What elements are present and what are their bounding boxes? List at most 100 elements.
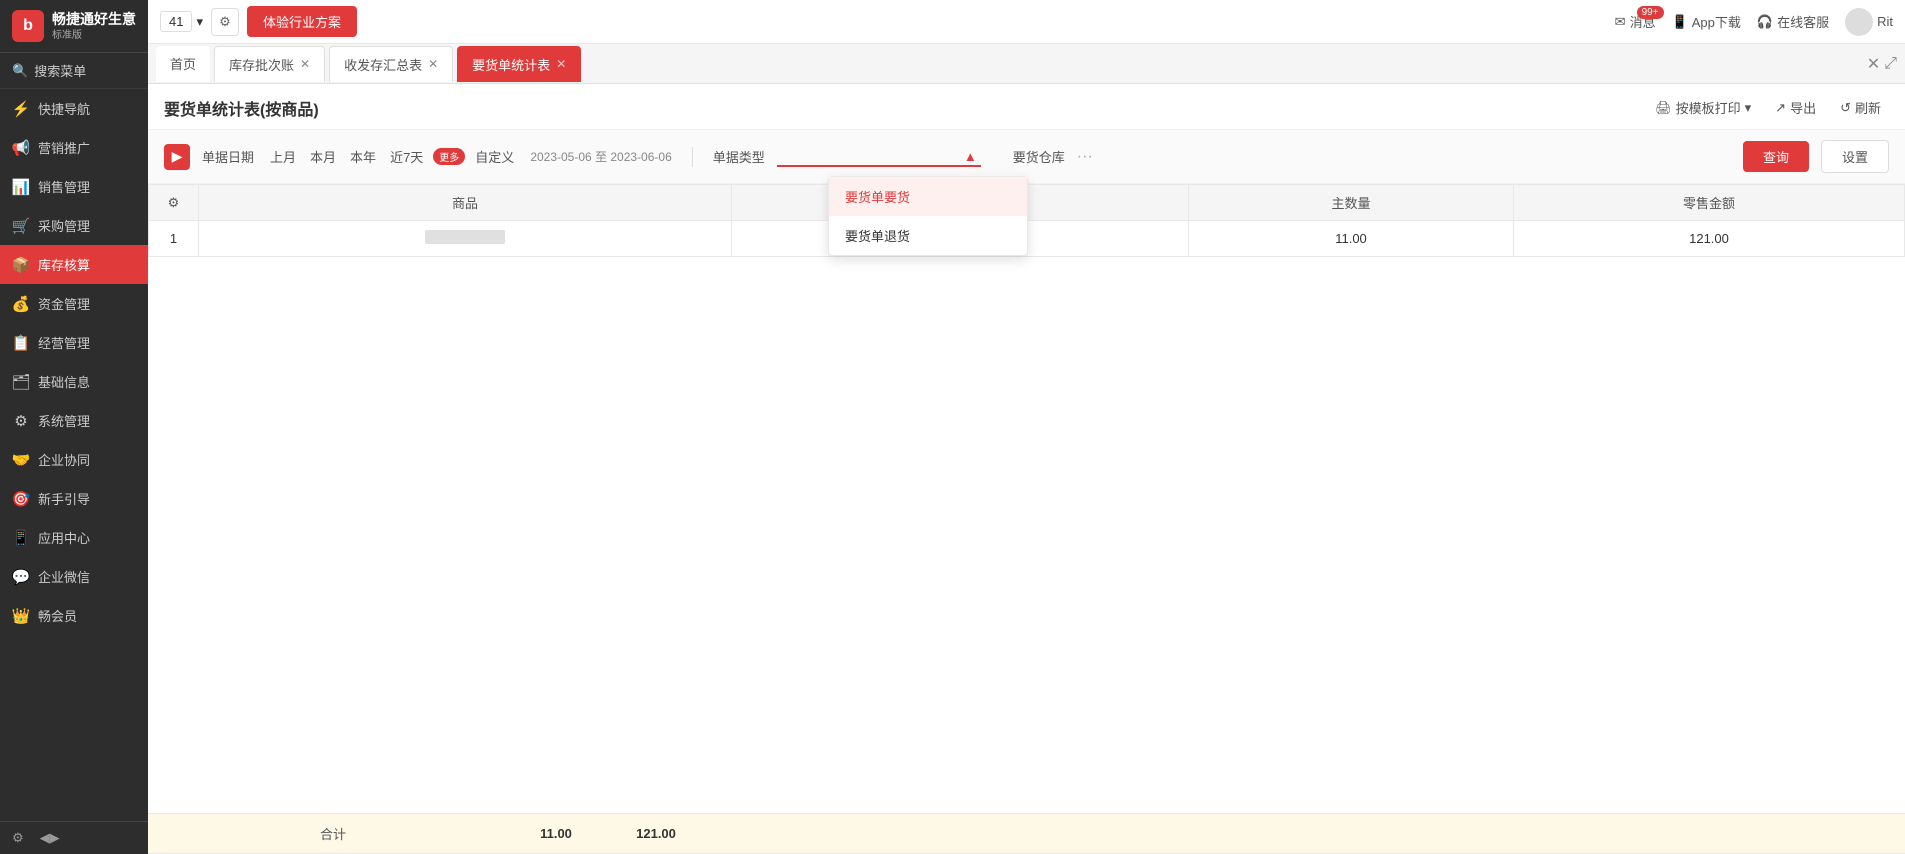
sidebar-item-purchase[interactable]: 🛒 采购管理	[0, 206, 148, 245]
refresh-label: 刷新	[1855, 98, 1881, 117]
page-header: 要货单统计表(按商品) 🖨 按模板打印 ▾ ↗ 导出 ↺ 刷新	[148, 84, 1905, 130]
print-dropdown-icon[interactable]: ▾	[1745, 100, 1752, 116]
footer-label: 合计	[320, 824, 346, 843]
type-input[interactable]	[777, 146, 981, 167]
sidebar-item-member[interactable]: 👑 畅会员	[0, 596, 148, 635]
sidebar-item-label: 经营管理	[38, 333, 90, 352]
refresh-icon: ↺	[1840, 100, 1851, 116]
sidebar-item-sales[interactable]: 📊 销售管理	[0, 167, 148, 206]
app-download-label: App下载	[1692, 12, 1741, 31]
topbar-right: ✉ 消息 99+ 📱 App下载 🎧 在线客服 Rit	[1615, 8, 1893, 36]
sidebar-item-label: 系统管理	[38, 411, 90, 430]
sidebar-item-label: 新手引导	[38, 489, 90, 508]
user-name: Rit	[1877, 14, 1893, 29]
apps-icon: 📱	[12, 529, 30, 547]
type-dropdown-arrow[interactable]: ▲	[964, 149, 977, 164]
warehouse-more-icon[interactable]: ···	[1077, 148, 1093, 166]
sidebar-item-label: 应用中心	[38, 528, 90, 547]
sidebar-item-quick-nav[interactable]: ⚡ 快捷导航	[0, 89, 148, 128]
export-label: 导出	[1790, 98, 1816, 117]
refresh-button[interactable]: ↺ 刷新	[1832, 94, 1889, 121]
store-number[interactable]: 41	[160, 11, 192, 32]
enterprise-icon: 🤝	[12, 451, 30, 469]
sidebar-item-inventory[interactable]: 📦 库存核算	[0, 245, 148, 284]
app-download-button[interactable]: 📱 App下载	[1672, 12, 1741, 31]
user-menu[interactable]: Rit	[1845, 8, 1893, 36]
tab-order-stats[interactable]: 要货单统计表 ✕	[457, 46, 581, 82]
sales-icon: 📊	[12, 178, 30, 196]
col-settings[interactable]: ⚙	[149, 185, 199, 221]
cell-product	[199, 221, 732, 257]
sidebar-item-marketing[interactable]: 📢 营销推广	[0, 128, 148, 167]
guide-icon: 🎯	[12, 490, 30, 508]
tab-close-icon[interactable]: ✕	[556, 57, 566, 71]
sidebar-item-apps[interactable]: 📱 应用中心	[0, 518, 148, 557]
wechat-icon: 💬	[12, 568, 30, 586]
product-name-placeholder	[425, 230, 505, 244]
user-avatar	[1845, 8, 1873, 36]
print-button[interactable]: 🖨 按模板打印 ▾	[1647, 94, 1759, 121]
sidebar-item-operations[interactable]: 📋 经营管理	[0, 323, 148, 362]
shortcut-7days[interactable]: 近7天	[386, 145, 427, 168]
tab-close-all-icon[interactable]: ✕	[1867, 54, 1880, 74]
print-label: 按模板打印	[1676, 98, 1741, 117]
store-dropdown-icon[interactable]: ▾	[196, 14, 203, 30]
query-button[interactable]: 查询	[1743, 141, 1809, 172]
logo-icon: b	[12, 10, 44, 42]
col-qty: 主数量	[1189, 185, 1514, 221]
tab-close-icon[interactable]: ✕	[428, 57, 438, 71]
filter-bar: ▶ 单据日期 上月 本月 本年 近7天 更多 自定义 2023-05-06 至 …	[148, 130, 1905, 184]
cell-no: 1	[149, 221, 199, 257]
filter-toggle-button[interactable]: ▶	[164, 144, 190, 170]
marketing-icon: 📢	[12, 139, 30, 157]
type-input-wrap: ▲	[777, 146, 981, 167]
shortcut-custom[interactable]: 自定义	[471, 145, 518, 168]
filter-separator	[692, 147, 693, 167]
sidebar-item-enterprise[interactable]: 🤝 企业协同	[0, 440, 148, 479]
sidebar-item-label: 基础信息	[38, 372, 90, 391]
col-product: 商品	[199, 185, 732, 221]
try-industry-button[interactable]: 体验行业方案	[247, 6, 357, 37]
sidebar-item-basic[interactable]: 🗂 基础信息	[0, 362, 148, 401]
sidebar-item-label: 营销推广	[38, 138, 90, 157]
sidebar-item-system[interactable]: ⚙ 系统管理	[0, 401, 148, 440]
print-icon: 🖨	[1655, 100, 1672, 116]
topbar-gear-button[interactable]: ⚙	[211, 8, 239, 36]
collapse-icon[interactable]: ◀▶	[40, 830, 60, 846]
warehouse-label: 要货仓库	[1013, 147, 1065, 166]
page-content: 要货单统计表(按商品) 🖨 按模板打印 ▾ ↗ 导出 ↺ 刷新	[148, 84, 1905, 854]
sidebar-item-guide[interactable]: 🎯 新手引导	[0, 479, 148, 518]
shortcut-this-month[interactable]: 本月	[306, 145, 340, 168]
tabbar: 首页 库存批次账 ✕ 收发存汇总表 ✕ 要货单统计表 ✕ ✕ ⤢	[148, 44, 1905, 84]
shortcut-last-month[interactable]: 上月	[266, 145, 300, 168]
search-menu[interactable]: 🔍 搜索菜单	[0, 53, 148, 89]
dropdown-item-order-goods[interactable]: 要货单要货	[829, 177, 1027, 216]
operations-icon: 📋	[12, 334, 30, 352]
tab-inventory-batch[interactable]: 库存批次账 ✕	[214, 46, 325, 82]
brand-sub: 标准版	[52, 29, 136, 42]
sidebar-item-finance[interactable]: 💰 资金管理	[0, 284, 148, 323]
dropdown-item-label: 要货单退货	[845, 229, 910, 244]
settings-icon[interactable]: ⚙	[12, 830, 24, 846]
tab-receive-summary[interactable]: 收发存汇总表 ✕	[329, 46, 453, 82]
shortcut-more[interactable]: 更多	[433, 148, 465, 165]
sidebar-footer: ⚙ ◀▶	[0, 821, 148, 854]
tab-maximize-icon[interactable]: ⤢	[1884, 55, 1897, 73]
system-icon: ⚙	[12, 412, 30, 430]
tab-home[interactable]: 首页	[156, 46, 210, 82]
page-title: 要货单统计表(按商品)	[164, 96, 319, 120]
settings-button[interactable]: 设置	[1821, 140, 1889, 173]
sidebar-item-wechat[interactable]: 💬 企业微信	[0, 557, 148, 596]
headset-icon: 🎧	[1757, 14, 1773, 30]
tab-close-icon[interactable]: ✕	[300, 57, 310, 71]
shortcut-this-year[interactable]: 本年	[346, 145, 380, 168]
tab-label: 库存批次账	[229, 55, 294, 74]
sidebar-nav: ⚡ 快捷导航 📢 营销推广 📊 销售管理 🛒 采购管理 📦 库存核算 💰 资金管…	[0, 89, 148, 821]
export-button[interactable]: ↗ 导出	[1767, 94, 1824, 121]
dropdown-item-order-return[interactable]: 要货单退货	[829, 216, 1027, 255]
online-service-button[interactable]: 🎧 在线客服	[1757, 12, 1829, 31]
store-selector[interactable]: 41 ▾	[160, 11, 203, 32]
messages-button[interactable]: ✉ 消息 99+	[1615, 12, 1656, 31]
member-icon: 👑	[12, 607, 30, 625]
date-label: 单据日期	[202, 147, 254, 166]
